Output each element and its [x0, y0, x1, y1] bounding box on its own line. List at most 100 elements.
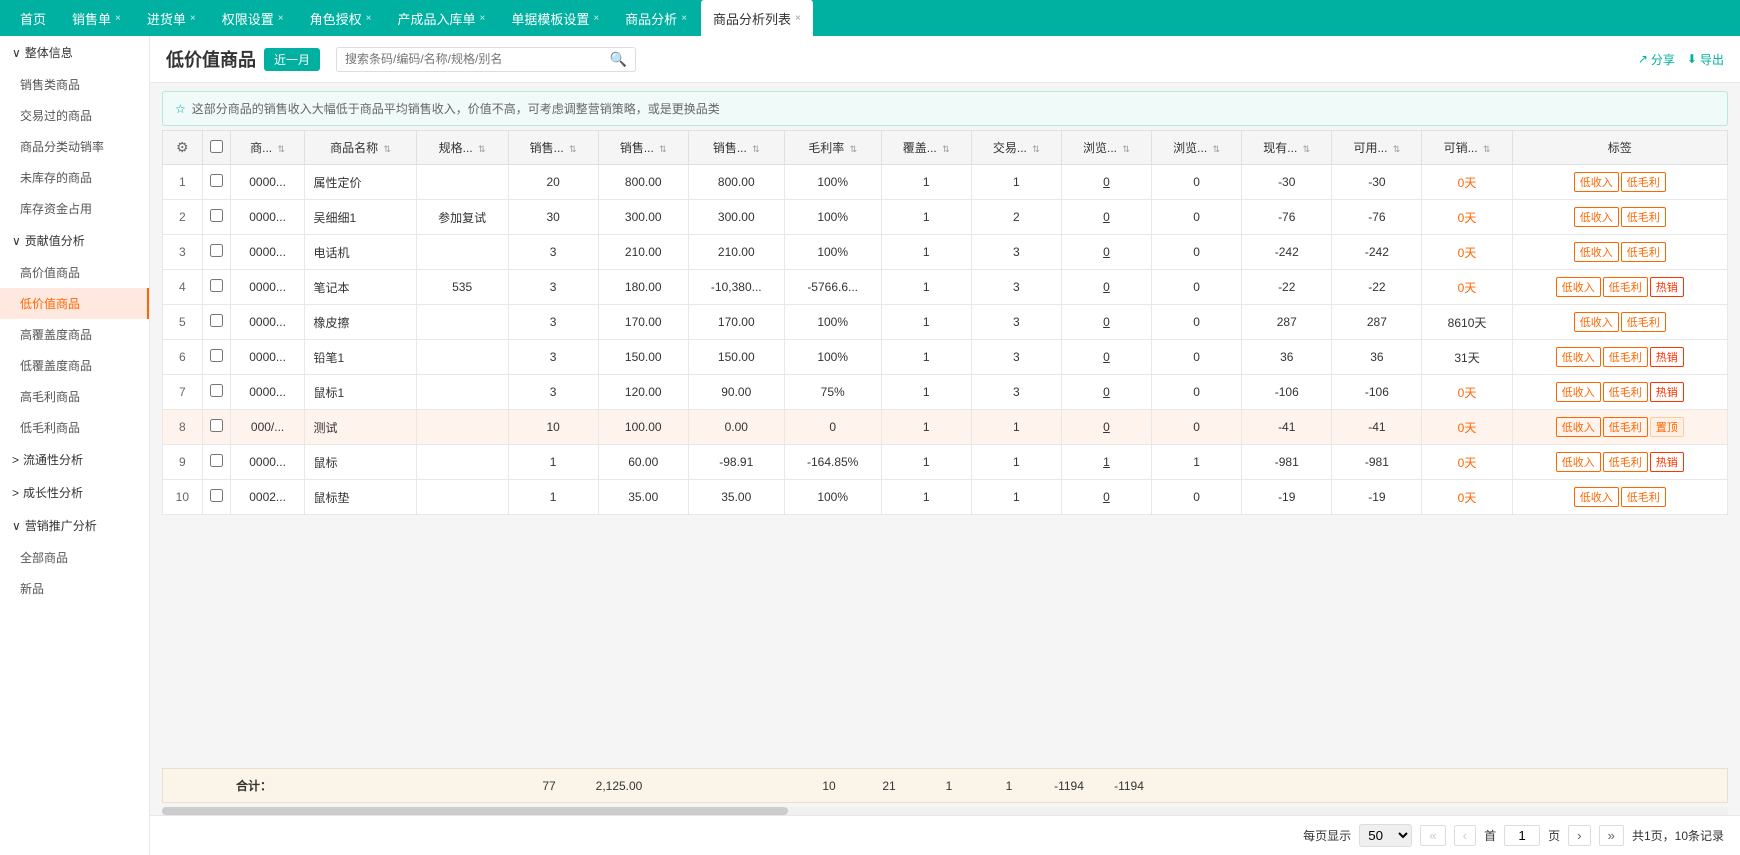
row-checkbox[interactable] — [210, 454, 223, 467]
export-button[interactable]: ⬇ 导出 — [1687, 51, 1724, 68]
cell-checkbox[interactable] — [202, 480, 230, 515]
th-checkbox[interactable] — [202, 131, 230, 165]
row-checkbox[interactable] — [210, 384, 223, 397]
close-icon[interactable]: × — [681, 13, 687, 24]
cell-checkbox[interactable] — [202, 165, 230, 200]
per-page-select[interactable]: 50 100 — [1359, 824, 1412, 847]
cell-b1[interactable]: 0 — [1061, 270, 1151, 305]
next-page-button[interactable]: › — [1568, 825, 1590, 846]
cell-b1[interactable]: 0 — [1061, 410, 1151, 445]
nav-role-auth[interactable]: 角色授权 × — [298, 0, 384, 36]
browse-link[interactable]: 0 — [1103, 210, 1110, 224]
sidebar-item-sales-products[interactable]: 销售类商品 — [0, 69, 149, 100]
date-filter-button[interactable]: 近一月 — [264, 48, 320, 71]
browse-link[interactable]: 0 — [1103, 350, 1110, 364]
sidebar-group-marketing[interactable]: ∨ 营销推广分析 — [0, 509, 149, 542]
sidebar-item-stock-capital[interactable]: 库存资金占用 — [0, 193, 149, 224]
cell-name[interactable]: 测试 — [305, 410, 416, 445]
cell-name[interactable]: 吴细细1 — [305, 200, 416, 235]
browse-link[interactable]: 0 — [1103, 175, 1110, 189]
th-sellable-stock[interactable]: 可销... ⇅ — [1422, 131, 1512, 165]
row-checkbox[interactable] — [210, 279, 223, 292]
cell-b1[interactable]: 0 — [1061, 375, 1151, 410]
cell-b1[interactable]: 0 — [1061, 165, 1151, 200]
th-sales-income[interactable]: 销售... ⇅ — [598, 131, 688, 165]
cell-name[interactable]: 属性定价 — [305, 165, 416, 200]
th-sales-qty[interactable]: 销售... ⇅ — [508, 131, 598, 165]
nav-template-settings[interactable]: 单据模板设置 × — [499, 0, 611, 36]
cell-checkbox[interactable] — [202, 200, 230, 235]
browse-link[interactable]: 0 — [1103, 385, 1110, 399]
sidebar-group-overall[interactable]: ∨ 整体信息 — [0, 36, 149, 69]
gear-icon[interactable]: ⚙ — [176, 139, 189, 155]
sidebar-item-low-profit[interactable]: 低毛利商品 — [0, 412, 149, 443]
cell-name[interactable]: 铅笔1 — [305, 340, 416, 375]
sidebar-group-growth[interactable]: > 成长性分析 — [0, 476, 149, 509]
cell-checkbox[interactable] — [202, 270, 230, 305]
cell-checkbox[interactable] — [202, 445, 230, 480]
search-input[interactable] — [345, 52, 606, 66]
scroll-bar-area[interactable] — [162, 807, 1728, 815]
th-available-stock[interactable]: 可用... ⇅ — [1332, 131, 1422, 165]
cell-b1[interactable]: 0 — [1061, 480, 1151, 515]
th-settings[interactable]: ⚙ — [163, 131, 203, 165]
th-trade[interactable]: 交易... ⇅ — [971, 131, 1061, 165]
row-checkbox[interactable] — [210, 419, 223, 432]
nav-purchase-order[interactable]: 进货单 × — [135, 0, 208, 36]
sidebar-item-low-value[interactable]: 低价值商品 — [0, 288, 149, 319]
nav-permission[interactable]: 权限设置 × — [210, 0, 296, 36]
close-icon[interactable]: × — [366, 13, 372, 24]
row-checkbox[interactable] — [210, 174, 223, 187]
close-icon[interactable]: × — [190, 13, 196, 24]
cell-checkbox[interactable] — [202, 340, 230, 375]
select-all-checkbox[interactable] — [210, 140, 223, 153]
share-button[interactable]: ↗ 分享 — [1638, 51, 1675, 68]
close-icon[interactable]: × — [593, 13, 599, 24]
table-wrapper[interactable]: ⚙ 商... ⇅ 商品名称 ⇅ 规格... ⇅ 销售... ⇅ 销售... ⇅ … — [162, 130, 1728, 768]
browse-link[interactable]: 0 — [1103, 490, 1110, 504]
first-page-button[interactable]: « — [1420, 825, 1445, 846]
sidebar-item-traded-products[interactable]: 交易过的商品 — [0, 100, 149, 131]
cell-name[interactable]: 鼠标1 — [305, 375, 416, 410]
browse-link[interactable]: 0 — [1103, 280, 1110, 294]
cell-checkbox[interactable] — [202, 305, 230, 340]
sidebar-item-high-coverage[interactable]: 高覆盖度商品 — [0, 319, 149, 350]
row-checkbox[interactable] — [210, 314, 223, 327]
sidebar-item-all-products[interactable]: 全部商品 — [0, 542, 149, 573]
nav-product-analysis[interactable]: 商品分析 × — [613, 0, 699, 36]
th-sales-profit[interactable]: 销售... ⇅ — [688, 131, 784, 165]
th-browse1[interactable]: 浏览... ⇅ — [1061, 131, 1151, 165]
page-input[interactable] — [1504, 825, 1540, 846]
th-coverage[interactable]: 覆盖... ⇅ — [881, 131, 971, 165]
cell-name[interactable]: 鼠标垫 — [305, 480, 416, 515]
th-browse2[interactable]: 浏览... ⇅ — [1152, 131, 1242, 165]
cell-checkbox[interactable] — [202, 410, 230, 445]
nav-product-analysis-list[interactable]: 商品分析列表 × — [701, 0, 813, 36]
close-icon[interactable]: × — [479, 13, 485, 24]
cell-name[interactable]: 橡皮擦 — [305, 305, 416, 340]
cell-b1[interactable]: 0 — [1061, 200, 1151, 235]
browse-link[interactable]: 0 — [1103, 245, 1110, 259]
close-icon[interactable]: × — [115, 13, 121, 24]
th-profit-rate[interactable]: 毛利率 ⇅ — [784, 131, 881, 165]
th-name[interactable]: 商品名称 ⇅ — [305, 131, 416, 165]
th-spec[interactable]: 规格... ⇅ — [416, 131, 508, 165]
row-checkbox[interactable] — [210, 489, 223, 502]
search-icon[interactable]: 🔍 — [610, 51, 627, 68]
nav-sales-order[interactable]: 销售单 × — [60, 0, 133, 36]
close-icon[interactable]: × — [795, 13, 801, 24]
sidebar-group-contribution[interactable]: ∨ 贡献值分析 — [0, 224, 149, 257]
browse-link[interactable]: 0 — [1103, 315, 1110, 329]
cell-name[interactable]: 笔记本 — [305, 270, 416, 305]
last-page-button[interactable]: » — [1599, 825, 1624, 846]
sidebar-item-category-sales-rate[interactable]: 商品分类动销率 — [0, 131, 149, 162]
th-tags[interactable]: 标签 — [1512, 131, 1727, 165]
cell-b1[interactable]: 0 — [1061, 235, 1151, 270]
cell-b1[interactable]: 0 — [1061, 340, 1151, 375]
nav-home[interactable]: 首页 — [8, 0, 58, 36]
sidebar-item-no-stock[interactable]: 未库存的商品 — [0, 162, 149, 193]
row-checkbox[interactable] — [210, 244, 223, 257]
cell-name[interactable]: 鼠标 — [305, 445, 416, 480]
sidebar-item-low-coverage[interactable]: 低覆盖度商品 — [0, 350, 149, 381]
cell-checkbox[interactable] — [202, 375, 230, 410]
